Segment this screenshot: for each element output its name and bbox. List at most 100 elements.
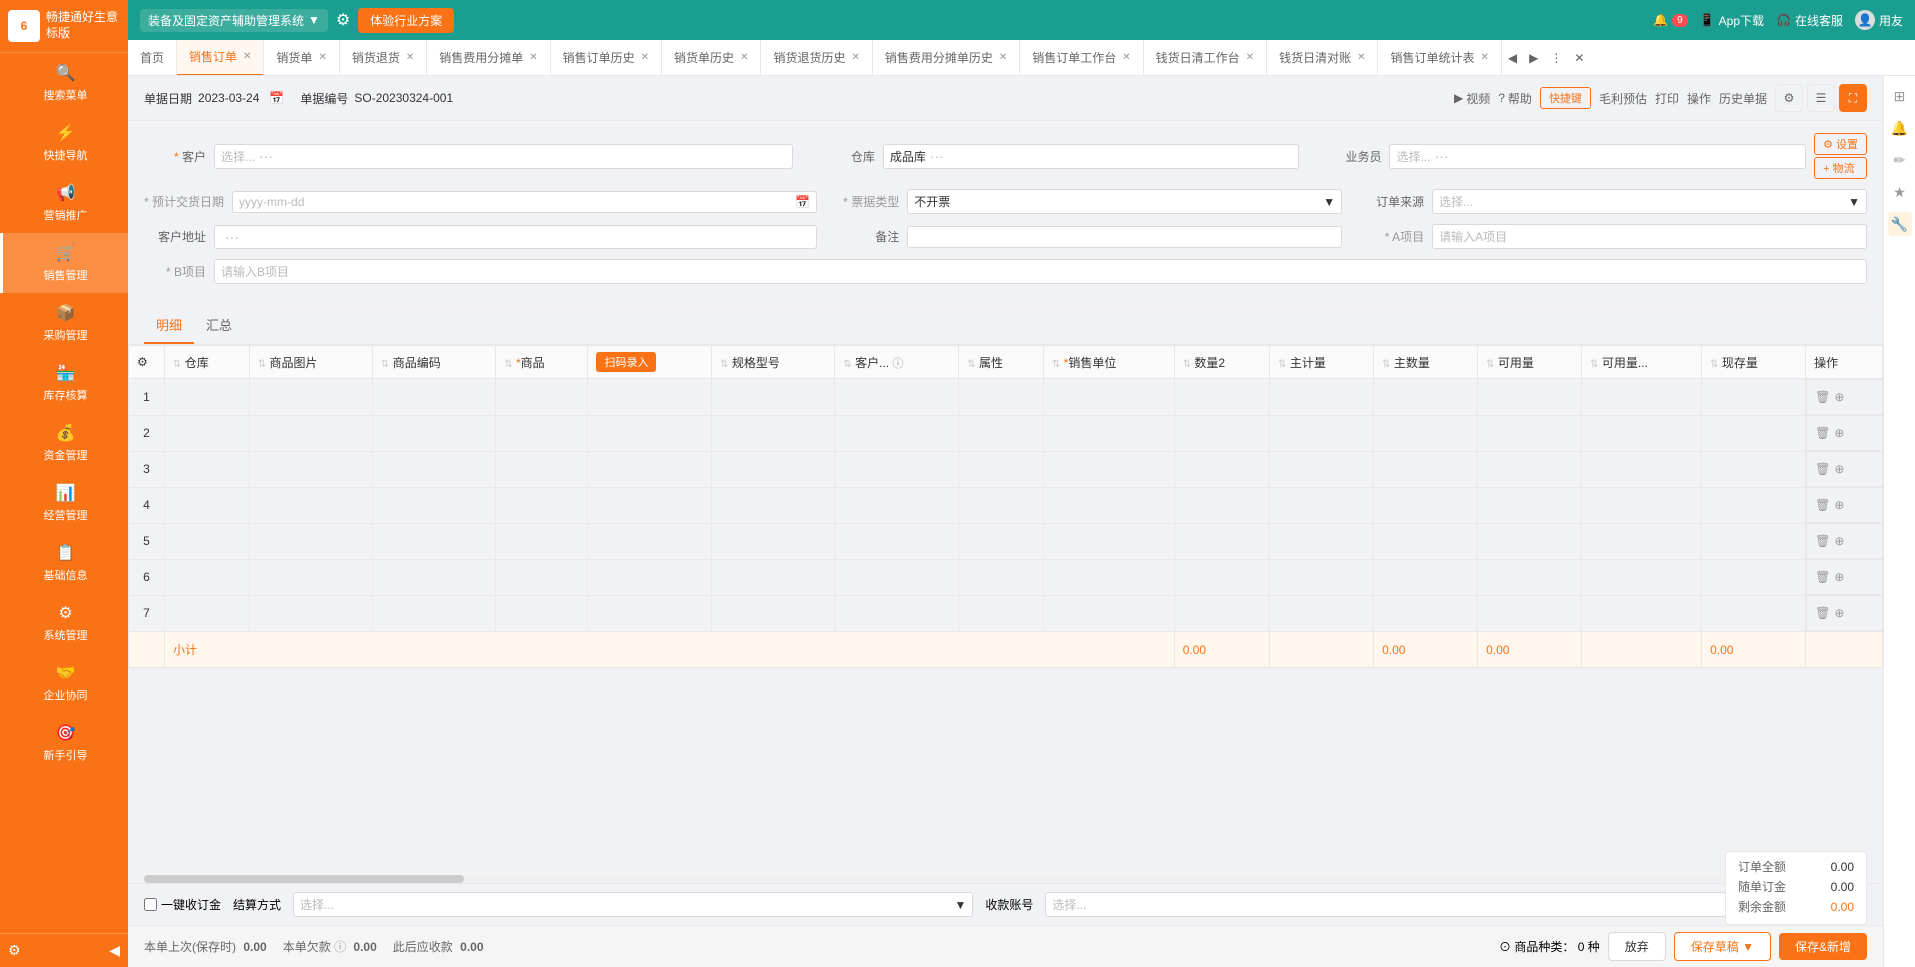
b-project-input[interactable]: 请输入B项目 — [214, 259, 1867, 284]
preview-btn[interactable]: ▶ 视频 — [1454, 90, 1490, 107]
order-source-select[interactable]: 选择... ▼ — [1432, 189, 1867, 214]
profit-forecast-btn[interactable]: 毛利预估 — [1599, 90, 1647, 107]
row-qty2[interactable] — [1174, 379, 1269, 416]
app-download-item[interactable]: 📱 App下载 — [1700, 12, 1764, 29]
row-stock[interactable] — [1702, 379, 1806, 416]
tab-expense-history[interactable]: 销售费用分摊单历史 ✕ — [873, 40, 1020, 76]
sidebar-item-guide[interactable]: 🎯 新手引导 — [0, 713, 128, 773]
sidebar-item-inventory[interactable]: 🏪 库存核算 — [0, 353, 128, 413]
copy-icon[interactable]: ⊕ — [1834, 498, 1844, 512]
delete-icon[interactable]: 🗑 — [1815, 462, 1830, 476]
detail-tab-detail[interactable]: 明细 — [144, 307, 194, 344]
customer-more-icon[interactable]: ··· — [255, 148, 277, 164]
tab-cash-reconcile[interactable]: 钱货日清对账 ✕ — [1267, 40, 1378, 76]
history-btn[interactable]: 历史单据 — [1719, 90, 1767, 107]
row-available[interactable] — [1478, 379, 1582, 416]
sidebar-item-basic-info[interactable]: 📋 基础信息 — [0, 533, 128, 593]
delete-icon[interactable]: 🗑 — [1815, 390, 1830, 404]
row-product-code[interactable] — [372, 415, 495, 451]
sidebar-item-sales[interactable]: 🛒 销售管理 — [0, 233, 128, 293]
settings-btn[interactable]: ⚙ 设置 — [1814, 133, 1867, 155]
addr-more-icon[interactable]: ··· — [221, 229, 243, 245]
settle-method-select[interactable]: 选择... ▼ — [293, 892, 973, 917]
layout-icon[interactable]: ☰ — [1807, 84, 1835, 112]
tab-expense-split[interactable]: 销售费用分摊单 ✕ — [427, 40, 550, 76]
delete-icon[interactable]: 🗑 — [1815, 534, 1830, 548]
tab-close-icon[interactable]: ✕ — [999, 52, 1007, 63]
tab-prev[interactable]: ◀ — [1502, 51, 1523, 65]
remark-input[interactable] — [907, 226, 1342, 248]
right-icon-2[interactable]: 🔔 — [1888, 116, 1912, 140]
tab-close-icon[interactable]: ✕ — [318, 52, 326, 63]
sidebar-item-finance[interactable]: 💰 资金管理 — [0, 413, 128, 473]
right-icon-3[interactable]: ✏ — [1888, 148, 1912, 172]
row-warehouse[interactable] — [165, 451, 250, 487]
tab-close-icon[interactable]: ✕ — [851, 52, 859, 63]
row-customer-ref[interactable] — [835, 415, 959, 451]
print-btn[interactable]: 打印 — [1655, 90, 1679, 107]
tab-close-icon[interactable]: ✕ — [1481, 52, 1489, 63]
tab-more[interactable]: ⋮ — [1544, 51, 1568, 65]
sidebar-item-enterprise[interactable]: 🤝 企业协同 — [0, 653, 128, 713]
help2-icon[interactable]: ⓘ — [334, 940, 346, 954]
row-warehouse[interactable] — [165, 379, 250, 416]
tab-order-summary[interactable]: 销售订单统计表 ✕ — [1378, 40, 1501, 76]
scroll-thumb[interactable] — [144, 875, 464, 883]
tab-close-icon[interactable]: ✕ — [1122, 52, 1130, 63]
settings-icon[interactable]: ⚙ — [1775, 84, 1803, 112]
row-product[interactable] — [496, 415, 588, 451]
sidebar-item-operations[interactable]: 📊 经营管理 — [0, 473, 128, 533]
tab-refund-history[interactable]: 销货退货历史 ✕ — [761, 40, 872, 76]
tab-order-history[interactable]: 销售订单历史 ✕ — [551, 40, 662, 76]
row-product-image[interactable] — [249, 415, 372, 451]
row-stock[interactable] — [1702, 415, 1806, 451]
detail-tab-summary[interactable]: 汇总 — [194, 307, 244, 344]
customer-input[interactable]: 选择... ··· — [214, 144, 793, 169]
a-project-input[interactable]: 请输入A项目 — [1432, 224, 1867, 249]
tab-home[interactable]: 首页 — [128, 40, 177, 76]
tab-close-icon[interactable]: ✕ — [1357, 52, 1365, 63]
row-unit[interactable] — [1043, 379, 1174, 416]
online-service-item[interactable]: 🎧 在线客服 — [1776, 12, 1843, 29]
help-btn[interactable]: ? 帮助 — [1498, 90, 1532, 107]
sidebar-item-marketing[interactable]: 📢 营销推广 — [0, 173, 128, 233]
tab-order-workbench[interactable]: 销售订单工作台 ✕ — [1020, 40, 1143, 76]
receipt-account-select[interactable]: 选择... — [1045, 892, 1725, 917]
calendar-icon[interactable]: 📅 — [269, 91, 284, 105]
row-warehouse[interactable] — [165, 415, 250, 451]
solution-btn[interactable]: 体验行业方案 — [358, 8, 454, 33]
user-item[interactable]: 👤 用友 — [1855, 10, 1903, 30]
fullscreen-icon[interactable]: ⛶ — [1839, 84, 1867, 112]
save-new-btn[interactable]: 保存&新增 — [1779, 933, 1867, 960]
right-icon-5[interactable]: 🔧 — [1888, 212, 1912, 236]
tab-return-history[interactable]: 销货单历史 ✕ — [662, 40, 761, 76]
row-product[interactable] — [496, 379, 588, 416]
staff-more-icon[interactable]: ··· — [1430, 148, 1452, 164]
save-draft-btn[interactable]: 保存草稿 ▼ — [1674, 932, 1771, 961]
row-spec[interactable] — [712, 415, 835, 451]
row-spec[interactable] — [712, 379, 835, 416]
row-product-code[interactable] — [372, 379, 495, 416]
copy-icon[interactable]: ⊕ — [1834, 462, 1844, 476]
invoice-type-select[interactable]: 不开票 ▼ — [907, 189, 1342, 214]
shortcut-btn[interactable]: 快捷键 — [1540, 87, 1591, 109]
delete-icon[interactable]: 🗑 — [1815, 498, 1830, 512]
row-qty2[interactable] — [1174, 415, 1269, 451]
system-selector[interactable]: 装备及固定资产辅助管理系统 ▼ — [140, 9, 328, 32]
row-attr[interactable] — [959, 379, 1044, 416]
sidebar-item-system[interactable]: ⚙ 系统管理 — [0, 593, 128, 653]
tab-close-icon[interactable]: ✕ — [1246, 52, 1254, 63]
quick-settle-checkbox[interactable] — [144, 898, 157, 911]
row-main-qty[interactable] — [1374, 379, 1478, 416]
tab-close-icon[interactable]: ✕ — [529, 52, 537, 63]
right-icon-1[interactable]: ⊞ — [1888, 84, 1912, 108]
delete-icon[interactable]: 🗑 — [1815, 570, 1830, 584]
tab-close-icon[interactable]: ✕ — [740, 52, 748, 63]
row-available2[interactable] — [1582, 415, 1702, 451]
tab-cash-workbench[interactable]: 钱货日清工作台 ✕ — [1144, 40, 1267, 76]
tab-next[interactable]: ▶ — [1523, 51, 1544, 65]
row-unit[interactable] — [1043, 415, 1174, 451]
th-gear[interactable]: ⚙ — [129, 346, 165, 379]
tab-close-icon[interactable]: ✕ — [641, 52, 649, 63]
delivery-date-input[interactable]: yyyy-mm-dd 📅 — [232, 191, 817, 213]
